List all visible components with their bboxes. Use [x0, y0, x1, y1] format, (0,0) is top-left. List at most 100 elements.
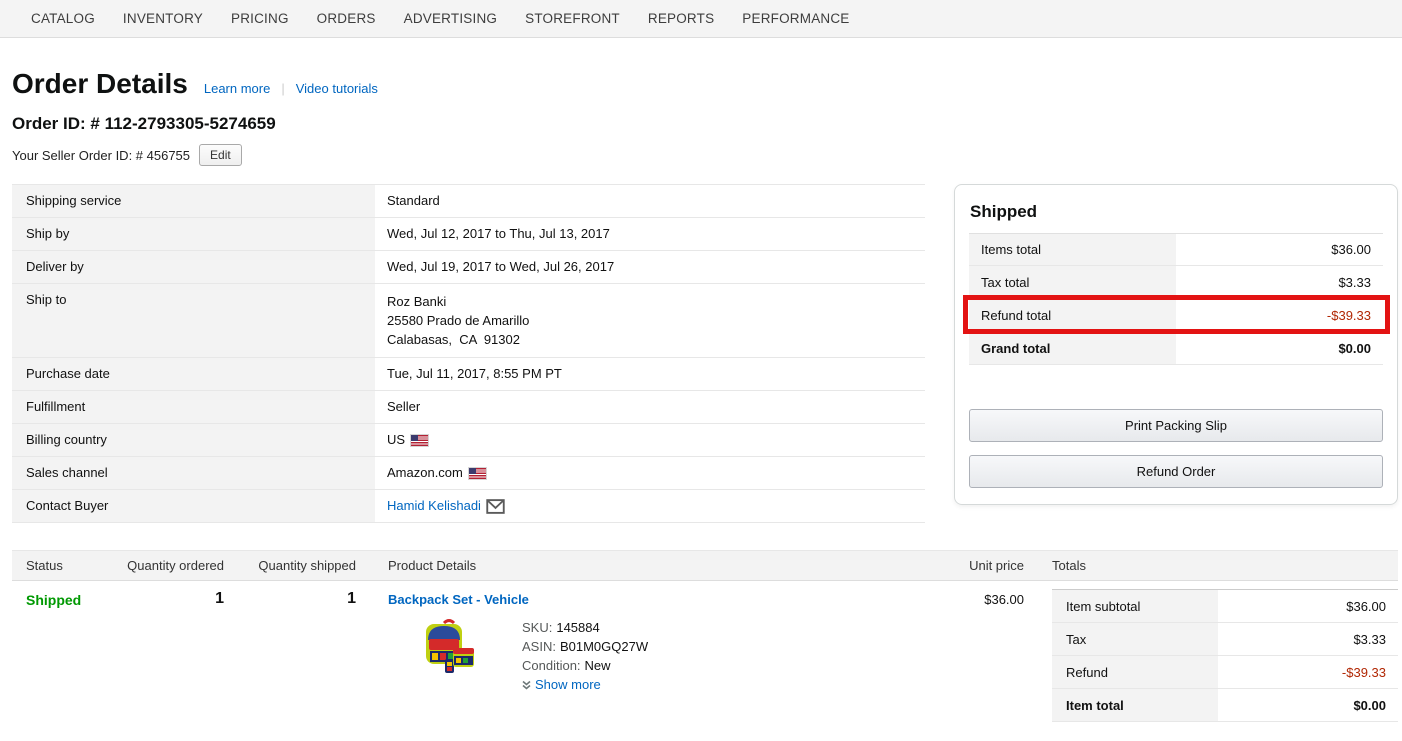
row-label: Fulfillment [12, 391, 375, 423]
info-row-ship-to: Ship to Roz Banki 25580 Prado de Amarill… [12, 284, 925, 358]
totals-row-item-subtotal: Item subtotal $36.00 [1052, 590, 1398, 623]
info-row-shipping-service: Shipping service Standard [12, 185, 925, 218]
totals-value: $0.00 [1353, 697, 1386, 713]
edit-button[interactable]: Edit [199, 144, 242, 166]
title-row: Order Details Learn more | Video tutorials [12, 68, 1398, 100]
sku-value: 145884 [556, 620, 600, 635]
summary-value: $36.00 [1331, 242, 1371, 257]
page-title: Order Details [12, 68, 188, 99]
learn-more-link[interactable]: Learn more [204, 81, 270, 96]
totals-label: Item subtotal [1052, 590, 1218, 622]
nav-item-orders[interactable]: ORDERS [317, 11, 376, 26]
seller-order-id-label: Your Seller Order ID: # 456755 [12, 147, 191, 163]
header-totals: Totals [1052, 558, 1086, 573]
row-label: Purchase date [12, 358, 375, 390]
show-more-label: Show more [535, 677, 601, 692]
row-label: Billing country [12, 424, 375, 456]
print-packing-slip-button[interactable]: Print Packing Slip [969, 409, 1383, 442]
order-content-row: Shipping service Standard Ship by Wed, J… [12, 184, 1398, 523]
totals-value: $3.33 [1353, 631, 1386, 647]
asin-label: ASIN: [522, 639, 556, 654]
summary-row-tax-total: Tax total $3.33 [969, 266, 1383, 299]
nav-item-reports[interactable]: REPORTS [648, 11, 714, 26]
row-value: Roz Banki 25580 Prado de Amarillo Calaba… [375, 284, 925, 357]
header-quantity-ordered: Quantity ordered [127, 558, 224, 573]
item-totals-table: Item subtotal $36.00 Tax $3.33 Refund -$… [1052, 589, 1398, 722]
video-tutorials-link[interactable]: Video tutorials [296, 81, 378, 96]
product-title-link[interactable]: Backpack Set - Vehicle [388, 592, 529, 607]
condition-value: New [584, 658, 611, 673]
nav-item-inventory[interactable]: INVENTORY [123, 11, 203, 26]
item-unit-price: $36.00 [984, 592, 1024, 607]
item-product-details: Backpack Set - Vehicle SKU: 145884 ASIN:… [370, 581, 932, 695]
sales-channel-value: Amazon.com [387, 465, 463, 480]
summary-label: Refund total [969, 299, 1176, 331]
info-row-billing-country: Billing country US [12, 424, 925, 457]
shipment-status-title: Shipped [970, 202, 1038, 221]
header-product-details: Product Details [388, 558, 477, 573]
row-value: Amazon.com [375, 457, 925, 489]
main-content: Order Details Learn more | Video tutorials… [0, 68, 1402, 722]
row-label: Ship to [12, 284, 375, 357]
row-label: Shipping service [12, 185, 375, 217]
product-info: SKU: 145884 ASIN: B01M0GQ27W Condition: New [522, 618, 648, 695]
items-table-header: Status Quantity ordered Quantity shipped… [12, 550, 1398, 581]
summary-label: Tax total [969, 266, 1176, 298]
billing-country-value: US [387, 432, 406, 447]
header-unit-price: Unit price [969, 558, 1024, 573]
order-item-row: Shipped 1 1 Backpack Set - Vehicle SKU: … [12, 581, 1398, 722]
item-totals: Item subtotal $36.00 Tax $3.33 Refund -$… [1052, 581, 1398, 722]
totals-value-refund: -$39.33 [1341, 664, 1386, 680]
nav-item-pricing[interactable]: PRICING [231, 11, 289, 26]
product-show-more-line: Show more [522, 675, 648, 695]
refund-order-button[interactable]: Refund Order [969, 455, 1383, 488]
row-label: Ship by [12, 218, 375, 250]
info-row-deliver-by: Deliver by Wed, Jul 19, 2017 to Wed, Jul… [12, 251, 925, 284]
asin-value: B01M0GQ27W [559, 639, 649, 654]
summary-row-items-total: Items total $36.00 [969, 233, 1383, 266]
header-quantity-shipped: Quantity shipped [258, 558, 356, 573]
summary-table: Items total $36.00 Tax total $3.33 Refun… [963, 233, 1390, 365]
row-value: Wed, Jul 12, 2017 to Thu, Jul 13, 2017 [387, 226, 610, 241]
nav-item-catalog[interactable]: CATALOG [31, 11, 95, 26]
info-row-ship-by: Ship by Wed, Jul 12, 2017 to Thu, Jul 13… [12, 218, 925, 251]
contact-buyer-link[interactable]: Hamid Kelishadi [387, 498, 481, 514]
summary-label: Grand total [969, 332, 1176, 364]
nav-item-advertising[interactable]: ADVERTISING [404, 11, 497, 26]
header-status: Status [26, 558, 63, 573]
order-id-heading: Order ID: # 112-2793305-5274659 [12, 114, 276, 133]
totals-label: Tax [1052, 623, 1218, 655]
seller-order-id-row: Your Seller Order ID: # 456755 Edit [12, 144, 1398, 166]
row-value: Wed, Jul 19, 2017 to Wed, Jul 26, 2017 [387, 259, 615, 274]
item-quantity-shipped: 1 [347, 590, 356, 607]
link-separator: | [281, 81, 285, 96]
us-flag-icon [410, 433, 430, 447]
row-value: US [375, 424, 925, 456]
product-image [426, 619, 474, 673]
item-quantity-ordered: 1 [215, 590, 224, 607]
summary-label: Items total [969, 234, 1176, 265]
double-chevron-down-icon [522, 680, 531, 690]
us-flag-icon [467, 466, 487, 480]
panel-spacer [969, 365, 1383, 409]
row-label: Sales channel [12, 457, 375, 489]
summary-value: $3.33 [1338, 274, 1371, 290]
sku-label: SKU: [522, 620, 553, 635]
totals-value: $36.00 [1346, 598, 1386, 614]
nav-item-performance[interactable]: PERFORMANCE [742, 11, 849, 26]
info-row-contact-buyer: Contact Buyer Hamid Kelishadi [12, 490, 925, 523]
nav-item-storefront[interactable]: STOREFRONT [525, 11, 620, 26]
info-row-sales-channel: Sales channel Amazon.com [12, 457, 925, 490]
show-more-link[interactable]: Show more [522, 675, 601, 694]
summary-value-refund: -$39.33 [1326, 307, 1371, 323]
order-info-table: Shipping service Standard Ship by Wed, J… [12, 184, 925, 523]
summary-value: $0.00 [1338, 340, 1371, 356]
condition-label: Condition: [522, 658, 581, 673]
row-value: Standard [387, 193, 440, 208]
summary-row-grand-total: Grand total $0.00 [969, 332, 1383, 365]
shipment-summary-panel: Shipped Items total $36.00 Tax total $3.… [954, 184, 1398, 505]
summary-row-refund-total: Refund total -$39.33 [963, 295, 1390, 334]
totals-row-item-total: Item total $0.00 [1052, 689, 1398, 722]
totals-row-refund: Refund -$39.33 [1052, 656, 1398, 689]
top-navigation: CATALOG INVENTORY PRICING ORDERS ADVERTI… [0, 0, 1402, 38]
